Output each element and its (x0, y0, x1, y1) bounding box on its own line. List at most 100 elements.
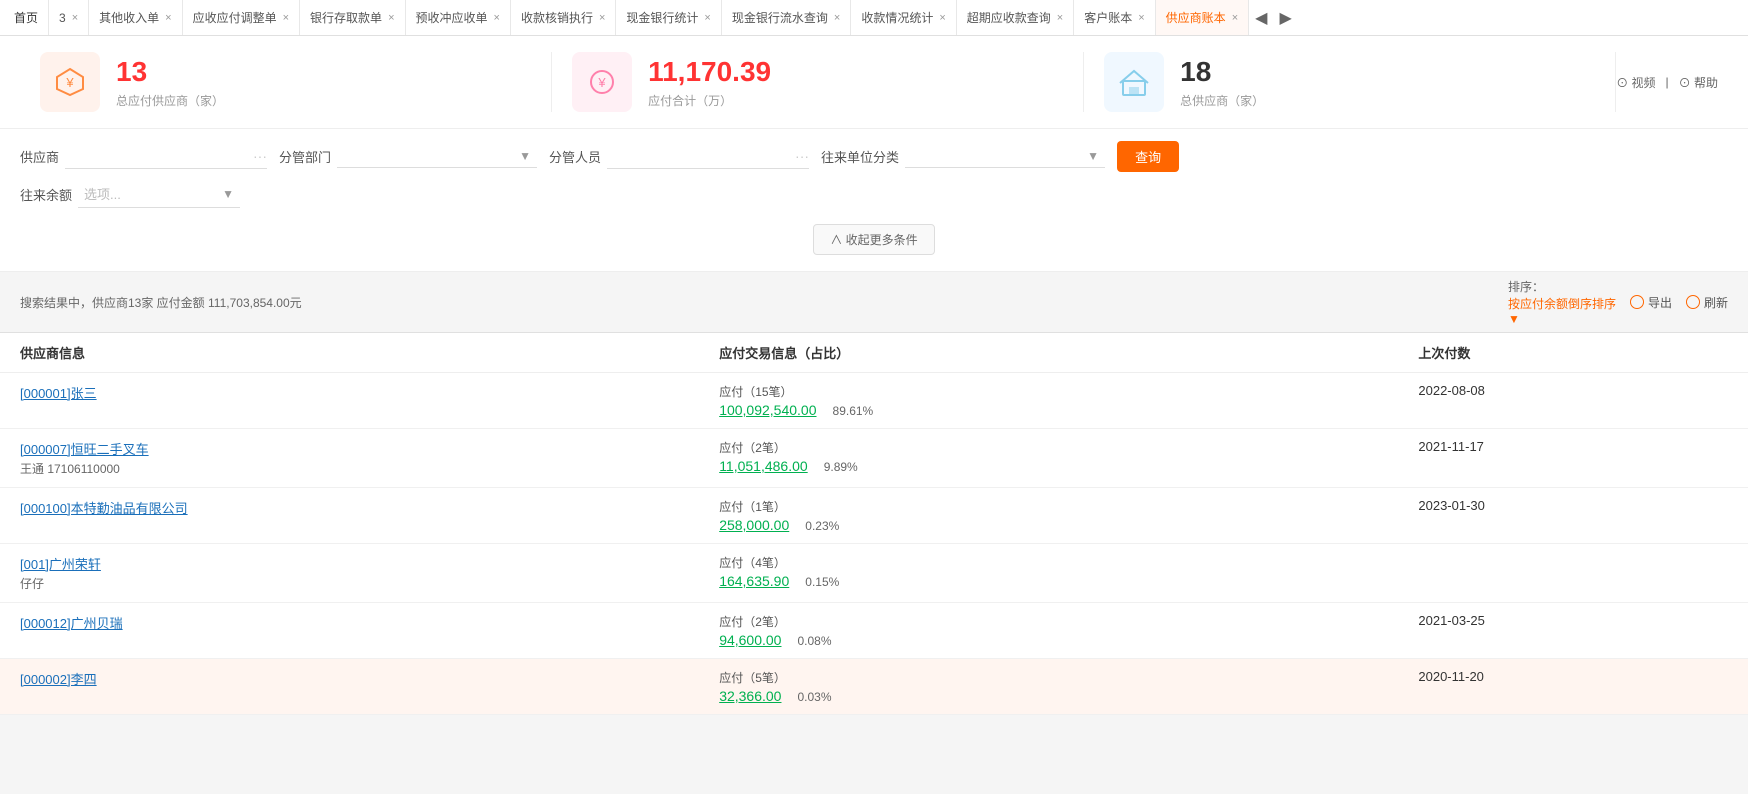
nav-tab-home-label: 首页 (14, 9, 38, 26)
supplier-input[interactable] (65, 145, 253, 168)
filter-person: 分管人员 ··· (549, 145, 809, 169)
nav-tab-bank-close[interactable]: × (388, 12, 394, 24)
nav-tab-receipt-stat-close[interactable]: × (939, 12, 945, 24)
nav-tab-prepay-close[interactable]: × (494, 12, 500, 24)
nav-next-arrow[interactable]: ▶ (1273, 8, 1297, 28)
search-button[interactable]: 查询 (1117, 141, 1179, 172)
nav-tab-other-income-close[interactable]: × (165, 12, 171, 24)
nav-tab-overdue-close[interactable]: × (1057, 12, 1063, 24)
total-suppliers-info: 18 总供应商（家） (1180, 55, 1264, 110)
help-links: ⊙ 视频 | ⊙ 帮助 (1616, 74, 1728, 91)
payable-amount[interactable]: 32,366.00 (719, 688, 781, 704)
dept-dropdown[interactable]: ▼ (337, 145, 537, 168)
supplier-link[interactable]: [000007]恒旺二手叉车 (20, 442, 149, 457)
nav-tab-overdue-label: 超期应收款查询 (967, 9, 1051, 26)
payable-percent: 0.23% (805, 519, 839, 533)
supplier-link[interactable]: [000012]广州贝瑞 (20, 616, 123, 631)
nav-tab-supplier-ledger-label: 供应商账本 (1166, 9, 1226, 26)
balance-filter-label: 往来余额 (20, 185, 72, 204)
balance-dropdown[interactable]: 选项... ▼ (78, 180, 240, 208)
payable-percent: 0.08% (797, 634, 831, 648)
nav-tab-prepay[interactable]: 预收冲应收单 × (406, 0, 511, 36)
svg-text:¥: ¥ (65, 75, 74, 90)
nav-tab-receipt-close[interactable]: × (599, 12, 605, 24)
nav-tab-ar-ap-label: 应收应付调整单 (193, 9, 277, 26)
payable-info-cell: 应付（5笔） 32,366.00 0.03% (699, 659, 1398, 715)
payable-suppliers-info: 13 总应付供应商（家） (116, 55, 224, 110)
supplier-info-cell: [000012]广州贝瑞 (0, 603, 699, 659)
nav-tab-home[interactable]: 首页 (4, 0, 49, 36)
nav-tab-cash-flow[interactable]: 现金银行流水查询 × (722, 0, 851, 36)
category-dropdown[interactable]: ▼ (905, 145, 1105, 168)
nav-tab-bank-label: 银行存取款单 (310, 9, 382, 26)
nav-tab-bank[interactable]: 银行存取款单 × (300, 0, 405, 36)
sort-value[interactable]: 按应付余额倒序排序 (1508, 295, 1616, 312)
dept-filter-label: 分管部门 (279, 147, 331, 166)
sort-chevron-icon[interactable]: ▼ (1508, 312, 1520, 326)
nav-tab-customer-ledger-close[interactable]: × (1138, 12, 1144, 24)
payable-suppliers-icon: ¥ (40, 52, 100, 112)
nav-tab-supplier-ledger[interactable]: 供应商账本 × (1156, 0, 1249, 36)
payable-percent: 0.03% (797, 690, 831, 704)
last-payment-cell (1398, 544, 1748, 603)
export-icon (1630, 295, 1644, 309)
supplier-link[interactable]: [000100]本特勤油品有限公司 (20, 501, 188, 516)
export-button[interactable]: 导出 (1630, 294, 1672, 311)
payable-amount[interactable]: 100,092,540.00 (719, 402, 816, 418)
filter-category: 往来单位分类 ▼ (821, 145, 1105, 168)
payable-label: 应付（5笔） (719, 669, 1378, 686)
nav-prev-arrow[interactable]: ◀ (1249, 8, 1273, 28)
supplier-info-cell: [000100]本特勤油品有限公司 (0, 488, 699, 544)
col-header-payable: 应付交易信息（占比） (699, 333, 1398, 373)
nav-tab-receipt[interactable]: 收款核销执行 × (511, 0, 616, 36)
supplier-link[interactable]: [000002]李四 (20, 672, 97, 687)
payable-amount[interactable]: 164,635.90 (719, 573, 789, 589)
sort-label: 排序： 按应付余额倒序排序 ▼ (1508, 278, 1616, 326)
collapse-filter-button[interactable]: ∧ 收起更多条件 (813, 224, 934, 255)
payable-amount[interactable]: 94,600.00 (719, 632, 781, 648)
person-dots-btn[interactable]: ··· (795, 148, 809, 164)
payable-label: 应付（2笔） (719, 613, 1378, 630)
nav-tab-other-income[interactable]: 其他收入单 × (89, 0, 182, 36)
refresh-button[interactable]: 刷新 (1686, 294, 1728, 311)
table-container: 供应商信息 应付交易信息（占比） 上次付数 [000001]张三应付（15笔）1… (0, 333, 1748, 715)
payable-info-cell: 应付（4笔）164,635.900.15% (699, 544, 1398, 603)
help-link[interactable]: ⊙ 帮助 (1679, 74, 1718, 91)
nav-tab-cash-bank-stat-close[interactable]: × (704, 12, 710, 24)
supplier-sub-info: 王通 17106110000 (20, 460, 679, 477)
payable-info-cell: 应付（2笔） 94,600.00 0.08% (699, 603, 1398, 659)
supplier-info-cell: [001]广州荣轩仔仔 (0, 544, 699, 603)
nav-tab-3-close[interactable]: × (72, 12, 78, 24)
nav-tab-overdue[interactable]: 超期应收款查询 × (957, 0, 1074, 36)
supplier-link[interactable]: [000001]张三 (20, 386, 97, 401)
supplier-dots-btn[interactable]: ··· (253, 148, 267, 164)
nav-tab-cash-bank-stat-label: 现金银行统计 (626, 9, 698, 26)
supplier-table: 供应商信息 应付交易信息（占比） 上次付数 [000001]张三应付（15笔）1… (0, 333, 1748, 715)
table-row: [000012]广州贝瑞 应付（2笔） 94,600.00 0.08% 2021-03-… (0, 603, 1748, 659)
nav-tab-supplier-ledger-close[interactable]: × (1232, 12, 1238, 24)
nav-tab-3[interactable]: 3 × (49, 0, 89, 36)
nav-tab-ar-ap-close[interactable]: × (283, 12, 289, 24)
nav-tab-receipt-stat[interactable]: 收款情况统计 × (851, 0, 956, 36)
table-row: [000007]恒旺二手叉车王通 17106110000应付（2笔）11,051… (0, 429, 1748, 488)
person-filter-label: 分管人员 (549, 147, 601, 166)
payable-amount[interactable]: 11,051,486.00 (719, 458, 808, 474)
refresh-label: 刷新 (1704, 294, 1728, 311)
nav-tab-cash-flow-close[interactable]: × (834, 12, 840, 24)
summary-area: ¥ 13 总应付供应商（家） ¥ 11,170.39 应付合计（万） (0, 36, 1748, 129)
payable-total-icon: ¥ (572, 52, 632, 112)
payable-amount[interactable]: 258,000.00 (719, 517, 789, 533)
payable-total-label: 应付合计（万） (648, 92, 771, 109)
table-row: [000100]本特勤油品有限公司应付（1笔）258,000.000.23%20… (0, 488, 1748, 544)
person-input[interactable] (607, 145, 795, 168)
payable-percent: 9.89% (824, 460, 858, 474)
last-payment-cell: 2021-03-25 (1398, 603, 1748, 659)
supplier-link[interactable]: [001]广州荣轩 (20, 557, 101, 572)
video-link[interactable]: ⊙ 视频 (1616, 74, 1655, 91)
nav-tab-ar-ap[interactable]: 应收应付调整单 × (183, 0, 300, 36)
nav-tab-receipt-label: 收款核销执行 (521, 9, 593, 26)
nav-tab-customer-ledger[interactable]: 客户账本 × (1074, 0, 1155, 36)
nav-tab-cash-bank-stat[interactable]: 现金银行统计 × (616, 0, 721, 36)
category-chevron-icon: ▼ (1087, 149, 1099, 163)
result-actions: 排序： 按应付余额倒序排序 ▼ 导出 刷新 (1508, 278, 1728, 326)
